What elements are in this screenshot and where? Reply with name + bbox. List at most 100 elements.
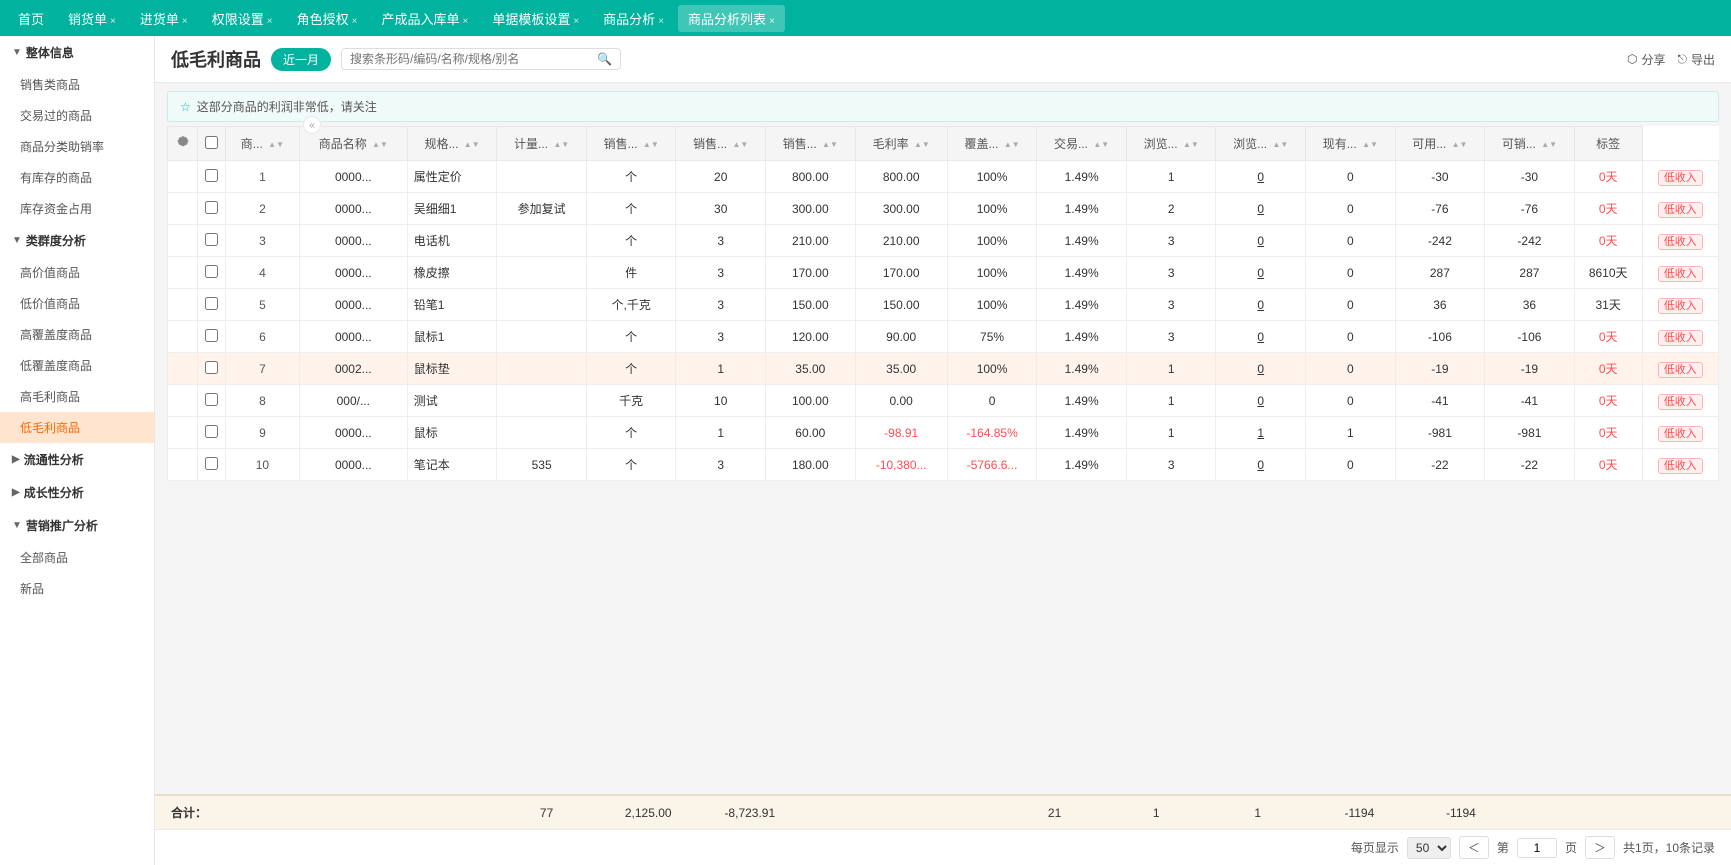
sidebar-group-marketing[interactable]: ▼ 营销推广分析	[0, 509, 154, 542]
row-checkbox-3[interactable]	[205, 265, 218, 278]
nav-close-permissions[interactable]: ×	[267, 16, 273, 27]
sidebar-group-cluster[interactable]: ▼ 类群度分析	[0, 224, 154, 257]
nav-close-product-entry[interactable]: ×	[462, 16, 468, 27]
cell-view2-9: 0	[1306, 449, 1396, 481]
sort-arrows-sales-profit[interactable]: ▲▼	[822, 141, 838, 149]
nav-close-roles[interactable]: ×	[352, 16, 358, 27]
sort-arrows-name[interactable]: ▲▼	[372, 141, 388, 149]
col-checkbox-header[interactable]	[198, 127, 226, 161]
nav-item-roles[interactable]: 角色授权×	[287, 5, 368, 32]
nav-item-analysis-list[interactable]: 商品分析列表×	[678, 5, 785, 32]
nav-close-analysis[interactable]: ×	[658, 16, 664, 27]
cell-sales-price-5: 120.00	[766, 321, 856, 353]
cell-checkbox-5[interactable]	[198, 321, 226, 353]
sort-arrows-saleable[interactable]: ▲▼	[1541, 141, 1557, 149]
cell-coverage-9: 1.49%	[1037, 449, 1127, 481]
page-input[interactable]	[1517, 838, 1557, 858]
sort-arrows-spec[interactable]: ▲▼	[464, 141, 480, 149]
row-checkbox-0[interactable]	[205, 169, 218, 182]
cell-view1-7[interactable]: 0	[1216, 385, 1306, 417]
page-size-select[interactable]: 50	[1407, 837, 1451, 859]
search-icon[interactable]: 🔍	[597, 52, 612, 66]
search-input[interactable]	[350, 52, 592, 66]
cell-view1-5[interactable]: 0	[1216, 321, 1306, 353]
cell-view1-6[interactable]: 0	[1216, 353, 1306, 385]
sidebar-item-high-margin[interactable]: 高毛利商品	[0, 381, 154, 412]
sort-arrows-code[interactable]: ▲▼	[268, 141, 284, 149]
cell-view1-3[interactable]: 0	[1216, 257, 1306, 289]
cell-view1-1[interactable]: 0	[1216, 193, 1306, 225]
cell-view1-0[interactable]: 0	[1216, 161, 1306, 193]
sort-arrows-view1[interactable]: ▲▼	[1183, 141, 1199, 149]
cell-checkbox-1[interactable]	[198, 193, 226, 225]
export-btn[interactable]: ⎋ 导出	[1677, 51, 1715, 68]
nav-item-home[interactable]: 首页	[8, 5, 54, 32]
sort-arrows-trade[interactable]: ▲▼	[1093, 141, 1109, 149]
sidebar-item-new-goods[interactable]: 新品	[0, 573, 154, 604]
sidebar-item-high-value[interactable]: 高价值商品	[0, 257, 154, 288]
sort-arrows-gross-margin[interactable]: ▲▼	[914, 141, 930, 149]
cell-gross-margin-1: 100%	[947, 193, 1037, 225]
cell-view1-9[interactable]: 0	[1216, 449, 1306, 481]
footer-view2: 1	[1207, 806, 1309, 820]
nav-item-analysis[interactable]: 商品分析×	[593, 5, 674, 32]
sidebar-group-growth[interactable]: ▶ 成长性分析	[0, 476, 154, 509]
row-checkbox-2[interactable]	[205, 233, 218, 246]
row-checkbox-1[interactable]	[205, 201, 218, 214]
sort-arrows-available[interactable]: ▲▼	[1452, 141, 1468, 149]
filter-btn[interactable]: 近一月	[271, 48, 331, 71]
sidebar-item-all-goods[interactable]: 全部商品	[0, 542, 154, 573]
cell-checkbox-8[interactable]	[198, 417, 226, 449]
nav-item-product-entry[interactable]: 产成品入库单×	[371, 5, 478, 32]
row-checkbox-5[interactable]	[205, 329, 218, 342]
sidebar-group-flow[interactable]: ▶ 流通性分析	[0, 443, 154, 476]
col-settings[interactable]	[168, 127, 198, 161]
cell-checkbox-7[interactable]	[198, 385, 226, 417]
footer-sales-qty: 77	[496, 806, 598, 820]
row-checkbox-6[interactable]	[205, 361, 218, 374]
sidebar-item-stock-goods[interactable]: 有库存的商品	[0, 162, 154, 193]
nav-close-analysis-list[interactable]: ×	[769, 16, 775, 27]
sidebar-item-low-value[interactable]: 低价值商品	[0, 288, 154, 319]
next-page-btn[interactable]: ＞	[1585, 836, 1615, 859]
row-checkbox-9[interactable]	[205, 457, 218, 470]
nav-close-purchase[interactable]: ×	[182, 16, 188, 27]
cell-view1-4[interactable]: 0	[1216, 289, 1306, 321]
sidebar-item-traded-goods[interactable]: 交易过的商品	[0, 100, 154, 131]
sidebar-item-category-rate[interactable]: 商品分类助销率	[0, 131, 154, 162]
nav-close-template[interactable]: ×	[573, 16, 579, 27]
sort-arrows-sales-qty[interactable]: ▲▼	[643, 141, 659, 149]
sort-arrows-coverage[interactable]: ▲▼	[1004, 141, 1020, 149]
sidebar-item-sales-goods[interactable]: 销售类商品	[0, 69, 154, 100]
sort-arrows-unit[interactable]: ▲▼	[553, 141, 569, 149]
sort-arrows-current-stock[interactable]: ▲▼	[1362, 141, 1378, 149]
cell-checkbox-6[interactable]	[198, 353, 226, 385]
sidebar-item-low-margin[interactable]: 低毛利商品	[0, 412, 154, 443]
cell-checkbox-2[interactable]	[198, 225, 226, 257]
cell-checkbox-3[interactable]	[198, 257, 226, 289]
sidebar-collapse-btn[interactable]: «	[303, 116, 321, 134]
sort-arrows-sales-price[interactable]: ▲▼	[732, 141, 748, 149]
sort-arrows-view2[interactable]: ▲▼	[1273, 141, 1289, 149]
cell-view1-8[interactable]: 1	[1216, 417, 1306, 449]
nav-close-sales[interactable]: ×	[110, 16, 116, 27]
sidebar-item-stock-capital[interactable]: 库存资金占用	[0, 193, 154, 224]
select-all-checkbox[interactable]	[205, 136, 218, 149]
cell-checkbox-0[interactable]	[198, 161, 226, 193]
row-checkbox-8[interactable]	[205, 425, 218, 438]
nav-item-permissions[interactable]: 权限设置×	[202, 5, 283, 32]
sidebar-group-overall[interactable]: ▼ 整体信息	[0, 36, 154, 69]
row-checkbox-4[interactable]	[205, 297, 218, 310]
cell-view1-2[interactable]: 0	[1216, 225, 1306, 257]
prev-page-btn[interactable]: ＜	[1459, 836, 1489, 859]
sidebar-item-low-coverage[interactable]: 低覆盖度商品	[0, 350, 154, 381]
cell-checkbox-4[interactable]	[198, 289, 226, 321]
nav-item-template[interactable]: 单据模板设置×	[482, 5, 589, 32]
export-label: 导出	[1691, 51, 1715, 68]
nav-item-purchase[interactable]: 进货单×	[130, 5, 198, 32]
share-btn[interactable]: ⬡ 分享	[1627, 51, 1666, 68]
cell-checkbox-9[interactable]	[198, 449, 226, 481]
sidebar-item-high-coverage[interactable]: 高覆盖度商品	[0, 319, 154, 350]
row-checkbox-7[interactable]	[205, 393, 218, 406]
nav-item-sales[interactable]: 销货单×	[58, 5, 126, 32]
